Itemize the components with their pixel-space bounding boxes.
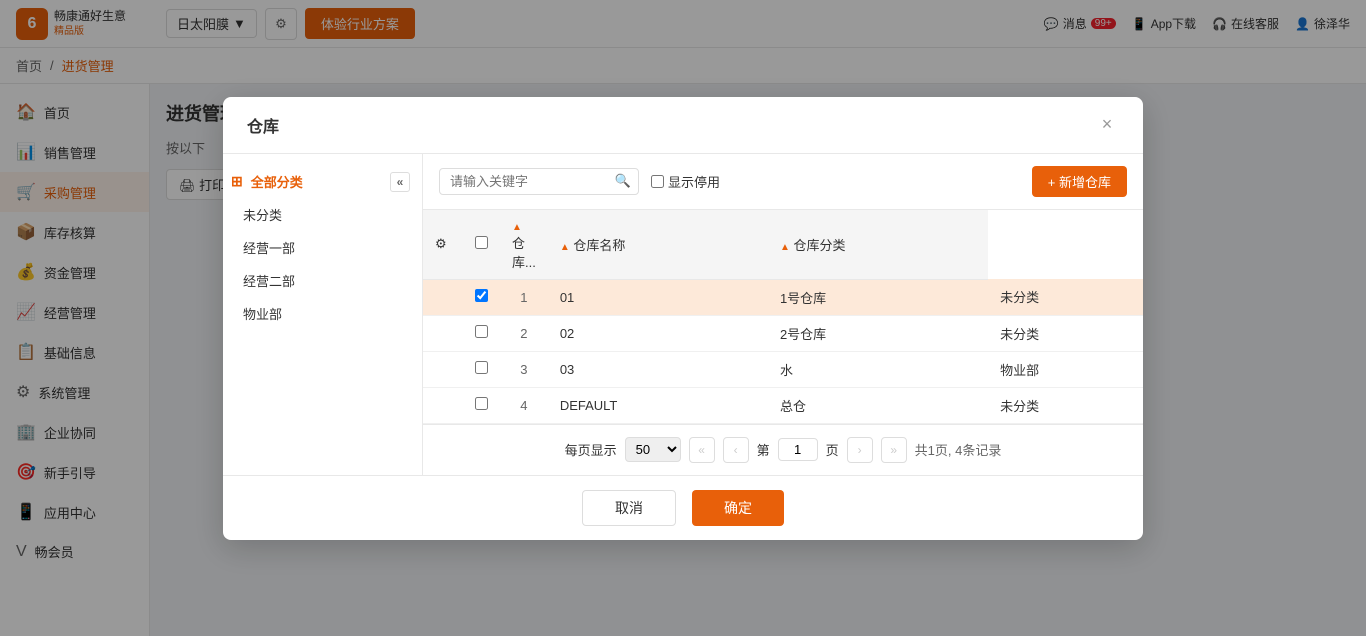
page-input[interactable] [778, 438, 818, 461]
page-suffix: 页 [826, 440, 839, 459]
dialog-header: 仓库 × [223, 97, 1143, 154]
row-num: 2 [500, 315, 548, 351]
col-header-gear: ⚙ [423, 210, 463, 280]
row-checkbox[interactable] [475, 325, 488, 338]
row-checkbox-cell [463, 387, 500, 423]
dialog-close-button[interactable]: × [1095, 113, 1119, 137]
row-category: 未分类 [988, 315, 1143, 351]
table-row[interactable]: 1 01 1号仓库 未分类 [423, 279, 1143, 315]
row-checkbox[interactable] [475, 397, 488, 410]
row-checkbox[interactable] [475, 289, 488, 302]
tree-item-dept2[interactable]: 经营二部 [223, 264, 422, 297]
show-disabled-checkbox[interactable] [651, 175, 664, 188]
dialog-footer: 取消 确定 [223, 475, 1143, 540]
row-code: 03 [548, 351, 768, 387]
tree-item-dept1[interactable]: 经营一部 [223, 231, 422, 264]
search-input[interactable] [439, 168, 639, 195]
row-category: 未分类 [988, 387, 1143, 423]
row-num: 3 [500, 351, 548, 387]
tree-header[interactable]: ⊞ 全部分类 « [223, 166, 422, 198]
table-panel: 🔍 显示停用 + 新增仓库 ⚙ [423, 154, 1143, 475]
tree-collapse-button[interactable]: « [390, 172, 410, 192]
next-page-button[interactable]: › [847, 437, 873, 463]
row-checkbox[interactable] [475, 361, 488, 374]
dialog-title: 仓库 [247, 113, 279, 137]
col-header-name[interactable]: ▲ 仓库名称 [548, 210, 768, 280]
select-all-checkbox[interactable] [475, 236, 488, 249]
show-disabled-label: 显示停用 [651, 172, 720, 191]
tree-item-uncategorized[interactable]: 未分类 [223, 198, 422, 231]
sort-icon-code: ▲ [512, 222, 522, 233]
col-header-code[interactable]: ▲ 仓库... [500, 210, 548, 280]
prev-page-button[interactable]: ‹ [723, 437, 749, 463]
row-checkbox-cell [463, 351, 500, 387]
sort-icon-category: ▲ [780, 242, 790, 253]
row-num: 4 [500, 387, 548, 423]
first-page-button[interactable]: « [689, 437, 715, 463]
col-header-category[interactable]: ▲ 仓库分类 [768, 210, 988, 280]
row-name: 水 [768, 351, 988, 387]
row-name: 1号仓库 [768, 279, 988, 315]
table-header-row: ⚙ ▲ 仓库... ▲ 仓库名称 [423, 210, 1143, 280]
sort-icon-name: ▲ [560, 242, 570, 253]
row-code: DEFAULT [548, 387, 768, 423]
row-code: 01 [548, 279, 768, 315]
row-gear [423, 387, 463, 423]
col-header-check [463, 210, 500, 280]
dialog-body: ⊞ 全部分类 « 未分类 经营一部 经营二部 物业部 🔍 [223, 154, 1143, 475]
row-num: 1 [500, 279, 548, 315]
last-page-button[interactable]: » [881, 437, 907, 463]
page-total: 共1页, 4条记录 [915, 440, 1002, 459]
table-scroll: ⚙ ▲ 仓库... ▲ 仓库名称 [423, 210, 1143, 424]
add-warehouse-button[interactable]: + 新增仓库 [1032, 166, 1127, 197]
grid-icon: ⊞ [231, 173, 243, 190]
warehouse-table: ⚙ ▲ 仓库... ▲ 仓库名称 [423, 210, 1143, 424]
row-name: 2号仓库 [768, 315, 988, 351]
per-page-label: 每页显示 [565, 440, 617, 459]
pagination: 每页显示 50 10 20 100 « ‹ 第 页 › » 共1页, 4条记录 [423, 424, 1143, 475]
per-page-select[interactable]: 50 10 20 100 [625, 437, 681, 462]
row-gear [423, 351, 463, 387]
row-code: 02 [548, 315, 768, 351]
confirm-button[interactable]: 确定 [692, 490, 784, 526]
row-checkbox-cell [463, 315, 500, 351]
table-toolbar: 🔍 显示停用 + 新增仓库 [423, 154, 1143, 210]
table-row[interactable]: 3 03 水 物业部 [423, 351, 1143, 387]
search-icon[interactable]: 🔍 [615, 173, 631, 189]
page-label: 第 [757, 440, 770, 459]
modal-overlay[interactable]: 仓库 × ⊞ 全部分类 « 未分类 经营一部 经营二部 物业部 [0, 0, 1366, 636]
tree-item-property[interactable]: 物业部 [223, 297, 422, 330]
tree-panel: ⊞ 全部分类 « 未分类 经营一部 经营二部 物业部 [223, 154, 423, 475]
search-wrap: 🔍 [439, 168, 639, 195]
row-checkbox-cell [463, 279, 500, 315]
table-row[interactable]: 2 02 2号仓库 未分类 [423, 315, 1143, 351]
row-category: 未分类 [988, 279, 1143, 315]
cancel-button[interactable]: 取消 [582, 490, 676, 526]
row-gear [423, 315, 463, 351]
row-gear [423, 279, 463, 315]
warehouse-dialog: 仓库 × ⊞ 全部分类 « 未分类 经营一部 经营二部 物业部 [223, 97, 1143, 540]
row-name: 总仓 [768, 387, 988, 423]
tree-header-label: 全部分类 [251, 172, 303, 191]
table-row[interactable]: 4 DEFAULT 总仓 未分类 [423, 387, 1143, 423]
row-category: 物业部 [988, 351, 1143, 387]
